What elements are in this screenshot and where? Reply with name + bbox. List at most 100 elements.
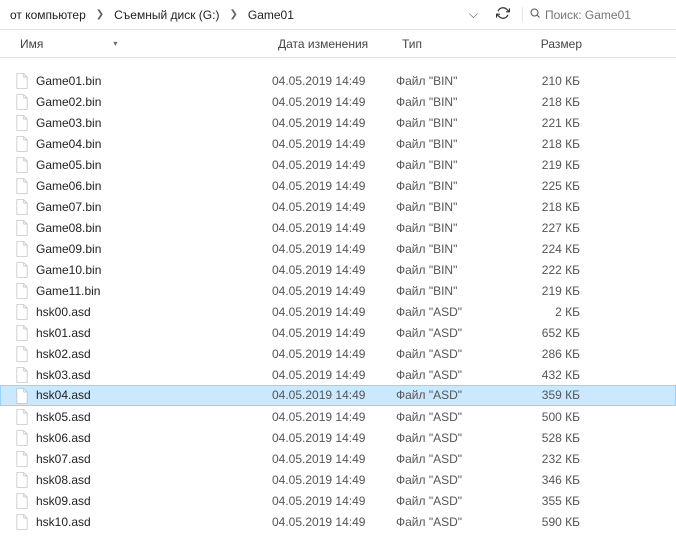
file-row[interactable]: Game07.bin04.05.2019 14:49Файл "BIN"218 … [0,196,676,217]
file-icon [14,115,30,131]
file-row[interactable]: hsk05.asd04.05.2019 14:49Файл "ASD"500 К… [0,406,676,427]
file-name: Game08.bin [34,221,270,235]
file-date: 04.05.2019 14:49 [270,326,394,340]
file-type: Файл "ASD" [394,326,510,340]
file-type: Файл "BIN" [394,158,510,172]
file-size: 528 КБ [510,431,594,445]
file-row[interactable]: Game06.bin04.05.2019 14:49Файл "BIN"225 … [0,175,676,196]
file-name: Game09.bin [34,242,270,256]
file-date: 04.05.2019 14:49 [270,284,394,298]
file-type: Файл "ASD" [394,347,510,361]
file-size: 224 КБ [510,242,594,256]
file-date: 04.05.2019 14:49 [270,473,394,487]
file-type: Файл "BIN" [394,116,510,130]
file-name: Game05.bin [34,158,270,172]
file-row[interactable]: hsk10.asd04.05.2019 14:49Файл "ASD"590 К… [0,511,676,532]
file-row[interactable]: hsk08.asd04.05.2019 14:49Файл "ASD"346 К… [0,469,676,490]
file-icon [14,304,30,320]
file-row[interactable]: hsk00.asd04.05.2019 14:49Файл "ASD"2 КБ [0,301,676,322]
file-icon [14,325,30,341]
file-name: hsk04.asd [34,388,270,402]
breadcrumb-item[interactable]: Game01 [244,6,298,24]
file-type: Файл "BIN" [394,242,510,256]
file-type: Файл "ASD" [394,494,510,508]
file-date: 04.05.2019 14:49 [270,242,394,256]
file-row[interactable]: Game10.bin04.05.2019 14:49Файл "BIN"222 … [0,259,676,280]
refresh-button[interactable] [488,4,518,25]
file-type: Файл "BIN" [394,200,510,214]
file-row[interactable]: hsk04.asd04.05.2019 14:49Файл "ASD"359 К… [0,385,676,406]
file-date: 04.05.2019 14:49 [270,410,394,424]
file-row[interactable]: hsk01.asd04.05.2019 14:49Файл "ASD"652 К… [0,322,676,343]
file-row[interactable]: Game04.bin04.05.2019 14:49Файл "BIN"218 … [0,133,676,154]
sort-arrow-icon: ▾ [113,39,117,48]
file-type: Файл "BIN" [394,263,510,277]
file-type: Файл "ASD" [394,388,510,402]
file-name: Game10.bin [34,263,270,277]
file-type: Файл "ASD" [394,431,510,445]
file-name: Game03.bin [34,116,270,130]
file-name: hsk10.asd [34,515,270,529]
file-type: Файл "ASD" [394,473,510,487]
file-icon [14,430,30,446]
breadcrumb-item[interactable]: от компьютер [6,6,90,24]
file-size: 432 КБ [510,368,594,382]
file-icon [14,73,30,89]
breadcrumb-item[interactable]: Съемный диск (G:) [110,6,223,24]
file-row[interactable]: Game03.bin04.05.2019 14:49Файл "BIN"221 … [0,112,676,133]
file-icon [14,472,30,488]
file-row[interactable]: hsk03.asd04.05.2019 14:49Файл "ASD"432 К… [0,364,676,385]
file-size: 355 КБ [510,494,594,508]
column-header-name[interactable]: Имя ▾ [14,33,272,55]
address-bar: от компьютер ❯ Съемный диск (G:) ❯ Game0… [0,0,676,30]
file-name: Game07.bin [34,200,270,214]
file-list[interactable]: Game01.bin04.05.2019 14:49Файл "BIN"210 … [0,58,676,547]
file-size: 218 КБ [510,95,594,109]
chevron-right-icon[interactable]: ❯ [227,9,239,20]
file-size: 359 КБ [510,388,594,402]
file-row[interactable]: hsk09.asd04.05.2019 14:49Файл "ASD"355 К… [0,490,676,511]
file-row[interactable]: Game05.bin04.05.2019 14:49Файл "BIN"219 … [0,154,676,175]
file-size: 221 КБ [510,116,594,130]
file-icon [14,199,30,215]
file-size: 227 КБ [510,221,594,235]
file-date: 04.05.2019 14:49 [270,388,394,402]
file-name: hsk09.asd [34,494,270,508]
file-size: 286 КБ [510,347,594,361]
chevron-down-icon[interactable]: ⌵ [463,5,484,24]
file-date: 04.05.2019 14:49 [270,305,394,319]
chevron-right-icon[interactable]: ❯ [94,9,106,20]
file-name: hsk07.asd [34,452,270,466]
file-row[interactable]: Game02.bin04.05.2019 14:49Файл "BIN"218 … [0,91,676,112]
file-row[interactable]: Game11.bin04.05.2019 14:49Файл "BIN"219 … [0,280,676,301]
file-icon [14,514,30,530]
file-row[interactable]: Game09.bin04.05.2019 14:49Файл "BIN"224 … [0,238,676,259]
file-row[interactable]: Game01.bin04.05.2019 14:49Файл "BIN"210 … [0,70,676,91]
file-date: 04.05.2019 14:49 [270,74,394,88]
file-name: hsk08.asd [34,473,270,487]
search-input[interactable] [545,8,665,22]
file-name: hsk03.asd [34,368,270,382]
file-name: hsk05.asd [34,410,270,424]
column-header-date[interactable]: Дата изменения [272,33,396,55]
file-icon [14,346,30,362]
column-header-size[interactable]: Размер [512,33,596,55]
file-icon [14,493,30,509]
file-row[interactable]: hsk02.asd04.05.2019 14:49Файл "ASD"286 К… [0,343,676,364]
file-size: 218 КБ [510,200,594,214]
file-date: 04.05.2019 14:49 [270,452,394,466]
file-name: Game02.bin [34,95,270,109]
file-size: 590 КБ [510,515,594,529]
file-type: Файл "BIN" [394,221,510,235]
file-date: 04.05.2019 14:49 [270,179,394,193]
file-icon [14,409,30,425]
file-icon [14,241,30,257]
file-type: Файл "BIN" [394,95,510,109]
file-size: 652 КБ [510,326,594,340]
file-size: 232 КБ [510,452,594,466]
file-row[interactable]: hsk07.asd04.05.2019 14:49Файл "ASD"232 К… [0,448,676,469]
file-type: Файл "BIN" [394,74,510,88]
column-header-type[interactable]: Тип [396,33,512,55]
file-row[interactable]: Game08.bin04.05.2019 14:49Файл "BIN"227 … [0,217,676,238]
file-row[interactable]: hsk06.asd04.05.2019 14:49Файл "ASD"528 К… [0,427,676,448]
